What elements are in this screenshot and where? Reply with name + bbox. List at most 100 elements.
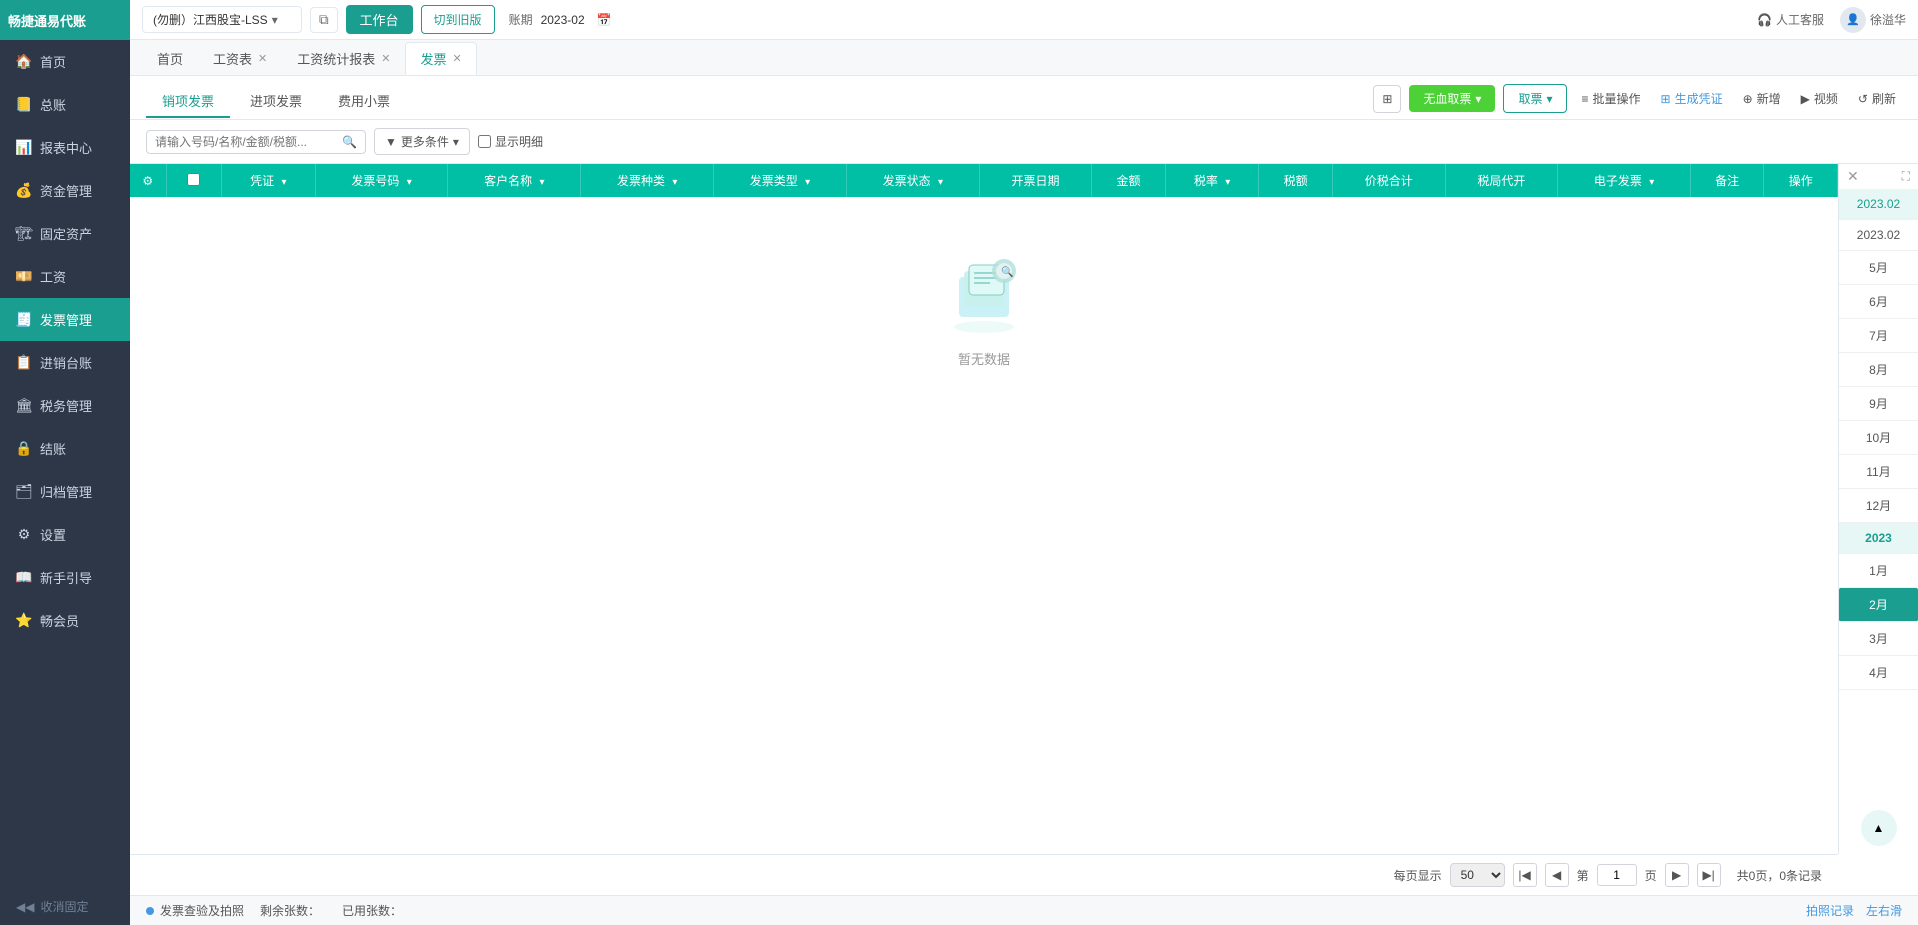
- date-panel-9m[interactable]: 9月: [1839, 387, 1918, 421]
- tab-home[interactable]: 首页: [142, 42, 198, 74]
- th-invoice-status[interactable]: 发票状态 ▾: [846, 164, 979, 197]
- gen-voucher-icon: ⊞: [1661, 92, 1671, 106]
- tab-salary-stats[interactable]: 工资统计报表 ✕: [282, 42, 405, 74]
- show-detail-checkbox-wrap[interactable]: 显示明细: [478, 133, 543, 150]
- date-panel-12m[interactable]: 12月: [1839, 489, 1918, 523]
- close-accounts-icon: 🔒: [16, 441, 32, 457]
- date-panel-5m[interactable]: 5月: [1839, 251, 1918, 285]
- date-panel-3m[interactable]: 3月: [1839, 622, 1918, 656]
- sidebar-item-home[interactable]: 🏠 首页: [0, 40, 130, 83]
- tab-salary-stats-close-icon[interactable]: ✕: [381, 52, 390, 65]
- new-button[interactable]: ⊕ 新增: [1737, 86, 1787, 111]
- sidebar-collapse-btn[interactable]: ◀◀ 收消固定: [0, 888, 130, 925]
- th-open-date[interactable]: 开票日期: [979, 164, 1092, 197]
- date-panel-11m[interactable]: 11月: [1839, 455, 1918, 489]
- tab-invoice-close-icon[interactable]: ✕: [453, 52, 462, 65]
- workspace-button[interactable]: 工作台: [346, 5, 413, 34]
- copy-button[interactable]: ⧉: [310, 7, 338, 33]
- sidebar-item-tax[interactable]: 🏛 税务管理: [0, 384, 130, 427]
- user-profile[interactable]: 👤 徐溢华: [1840, 7, 1906, 33]
- tab-salary-close-icon[interactable]: ✕: [258, 52, 267, 65]
- batch-op-button[interactable]: ≡ 批量操作: [1575, 86, 1646, 111]
- column-settings-button[interactable]: ⊞: [1373, 85, 1401, 113]
- th-tax-total[interactable]: 价税合计: [1332, 164, 1445, 197]
- th-invoice-type[interactable]: 发票种类 ▾: [581, 164, 714, 197]
- sub-tab-purchase-invoice[interactable]: 进项发票: [234, 85, 318, 118]
- sidebar-item-funds[interactable]: 💰 资金管理: [0, 169, 130, 212]
- company-name: (勿删）江西股宝-LSS: [153, 11, 268, 28]
- gen-voucher-button[interactable]: ⊞ 生成凭证: [1655, 86, 1729, 111]
- date-panel-10m[interactable]: 10月: [1839, 421, 1918, 455]
- archive-icon: 🗂: [16, 484, 32, 500]
- sidebar-item-guide[interactable]: 📖 新手引导: [0, 556, 130, 599]
- date-panel-close-icon[interactable]: ✕: [1847, 168, 1859, 185]
- show-detail-checkbox[interactable]: [478, 135, 491, 148]
- sidebar-item-assets[interactable]: 🏗 固定资产: [0, 212, 130, 255]
- next-page-btn[interactable]: ▶: [1665, 863, 1689, 887]
- no-cancel-ticket-button[interactable]: 无血取票 ▾: [1409, 85, 1495, 112]
- more-filter-button[interactable]: ▼ 更多条件 ▾: [374, 128, 470, 155]
- sidebar-item-member[interactable]: ⭐ 畅会员: [0, 599, 130, 642]
- per-page-select[interactable]: 50 10 20 100: [1450, 863, 1505, 887]
- company-selector[interactable]: (勿删）江西股宝-LSS ▾: [142, 6, 302, 33]
- date-panel-7m[interactable]: 7月: [1839, 319, 1918, 353]
- sidebar-item-sales[interactable]: 📋 进销台账: [0, 341, 130, 384]
- search-input[interactable]: [155, 135, 336, 149]
- date-panel-scroll-up[interactable]: ▲: [1861, 810, 1897, 846]
- sidebar-label: 新手引导: [40, 568, 92, 587]
- th-checkbox[interactable]: [166, 164, 221, 197]
- invoice-table: ⚙ 凭证 ▾ 发票号码 ▾ 客户名称: [130, 164, 1838, 197]
- th-tax[interactable]: 税额: [1259, 164, 1332, 197]
- date-panel-2023-header: 2023: [1839, 523, 1918, 554]
- sub-tab-expense-receipt[interactable]: 费用小票: [322, 85, 406, 118]
- sidebar-item-payroll[interactable]: 💴 工资: [0, 255, 130, 298]
- pagination-bar: 每页显示 50 10 20 100 |◀ ◀ 第 页 ▶ ▶| 共0页，0条记录: [130, 854, 1838, 895]
- sidebar-item-reports[interactable]: 📊 报表中心: [0, 126, 130, 169]
- tab-salary-table[interactable]: 工资表 ✕: [198, 42, 282, 74]
- svg-text:🔍: 🔍: [1001, 265, 1013, 278]
- sub-tab-sales-invoice[interactable]: 销项发票: [146, 85, 230, 118]
- prev-page-btn[interactable]: ◀: [1545, 863, 1569, 887]
- page-input[interactable]: [1597, 864, 1637, 886]
- sidebar-item-invoice[interactable]: 🧾 发票管理: [0, 298, 130, 341]
- select-all-checkbox[interactable]: [187, 173, 200, 186]
- last-page-btn[interactable]: ▶|: [1697, 863, 1721, 887]
- switch-old-version-button[interactable]: 切到旧版: [421, 5, 495, 34]
- th-tax-code[interactable]: 税局代开: [1445, 164, 1558, 197]
- refresh-button[interactable]: ↺ 刷新: [1852, 86, 1902, 111]
- th-e-invoice[interactable]: 电子发票 ▾: [1558, 164, 1691, 197]
- left-right-link[interactable]: 左右滑: [1866, 902, 1902, 919]
- date-panel-1m[interactable]: 1月: [1839, 554, 1918, 588]
- first-page-btn[interactable]: |◀: [1513, 863, 1537, 887]
- check-label-wrap: 发票查验及拍照: [146, 902, 244, 919]
- date-panel-4m[interactable]: 4月: [1839, 656, 1918, 690]
- calendar-icon[interactable]: 📅: [597, 13, 612, 27]
- get-ticket-button[interactable]: 取票 ▾: [1503, 84, 1567, 113]
- ai-service-btn[interactable]: 🎧 人工客服: [1757, 11, 1824, 28]
- date-panel-year-entry1[interactable]: 2023.02: [1839, 189, 1918, 220]
- video-button[interactable]: ▶ 视频: [1795, 86, 1844, 111]
- sidebar-item-settings[interactable]: ⚙ 设置: [0, 513, 130, 556]
- date-panel-year-entry2[interactable]: 2023.02: [1839, 220, 1918, 251]
- th-invoice-no[interactable]: 发票号码 ▾: [315, 164, 448, 197]
- sidebar-label: 总账: [40, 95, 66, 114]
- th-remark[interactable]: 备注: [1690, 164, 1763, 197]
- th-settings[interactable]: ⚙: [130, 164, 166, 197]
- add-record-link[interactable]: 拍照记录: [1806, 902, 1854, 919]
- sidebar-item-close[interactable]: 🔒 结账: [0, 427, 130, 470]
- sidebar-item-archive[interactable]: 🗂 归档管理: [0, 470, 130, 513]
- tab-invoice-mgmt[interactable]: 发票 ✕: [405, 42, 476, 75]
- date-panel-2m[interactable]: 2月: [1839, 588, 1918, 622]
- th-voucher[interactable]: 凭证 ▾: [221, 164, 315, 197]
- th-amount[interactable]: 金额: [1092, 164, 1165, 197]
- date-panel-maximize-icon[interactable]: ⛶: [1902, 169, 1910, 184]
- th-invoice-category[interactable]: 发票类型 ▾: [714, 164, 847, 197]
- empty-text: 暂无数据: [958, 349, 1010, 368]
- sidebar-item-ledger[interactable]: 📒 总账: [0, 83, 130, 126]
- get-ticket-label: 取票: [1518, 90, 1542, 107]
- th-tax-rate[interactable]: 税率 ▾: [1165, 164, 1259, 197]
- date-panel-6m[interactable]: 6月: [1839, 285, 1918, 319]
- app-logo[interactable]: 畅捷通易代账: [0, 0, 130, 40]
- th-customer[interactable]: 客户名称 ▾: [448, 164, 581, 197]
- date-panel-8m[interactable]: 8月: [1839, 353, 1918, 387]
